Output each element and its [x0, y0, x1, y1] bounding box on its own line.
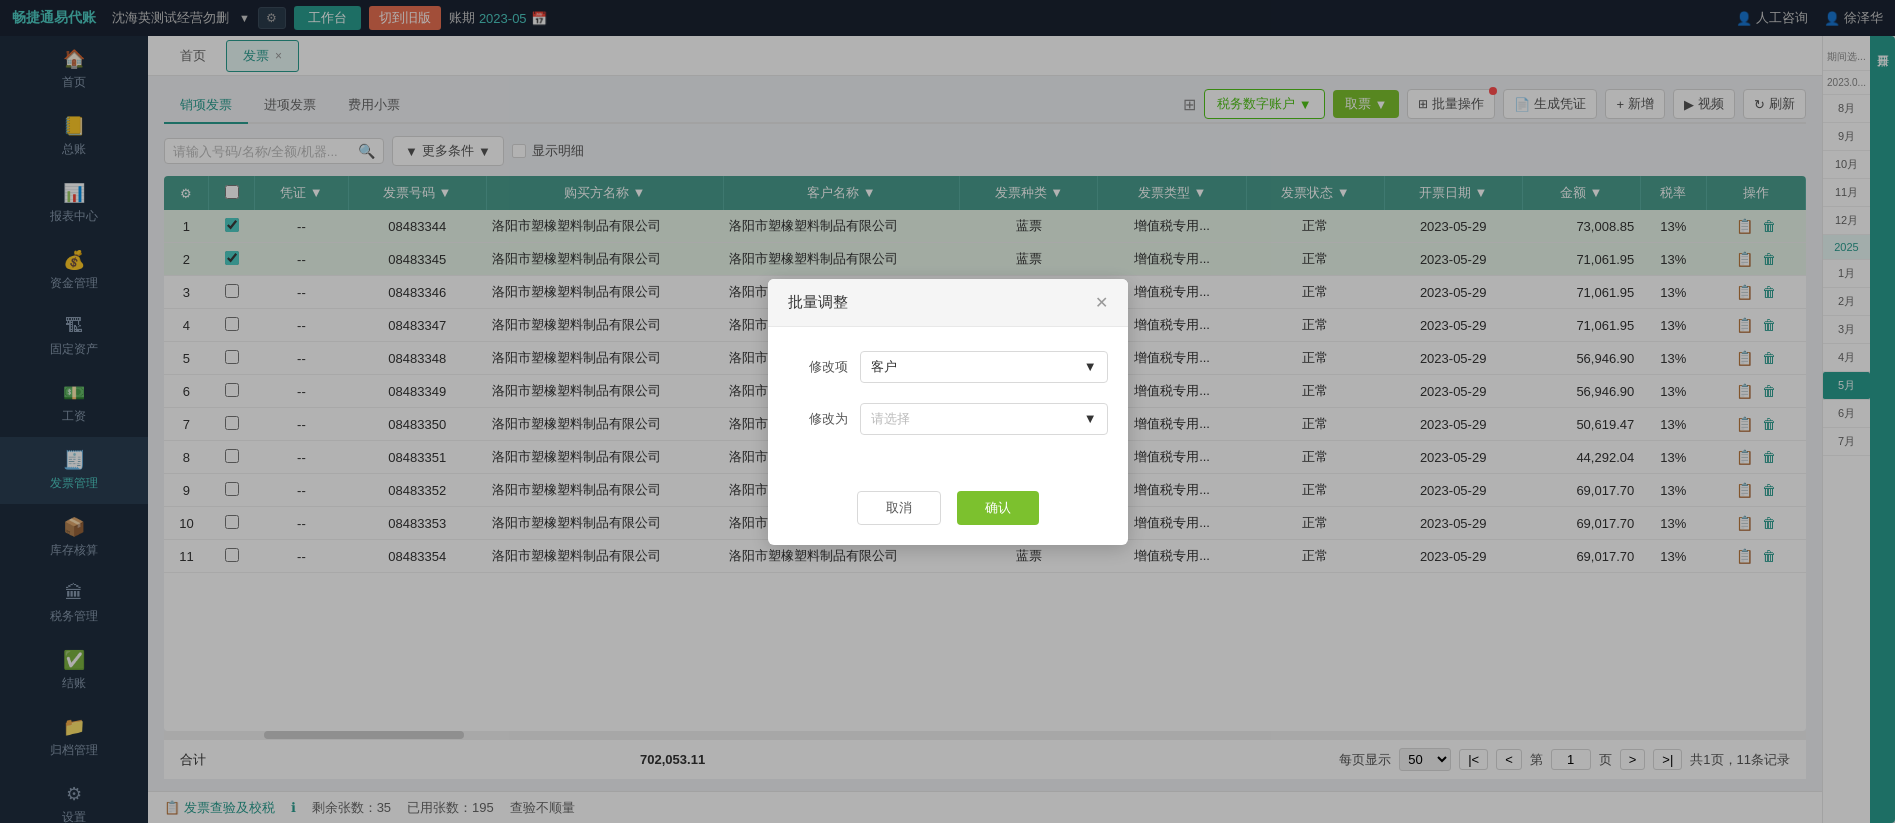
change-dropdown-icon: ▼ — [1084, 411, 1097, 426]
cancel-button[interactable]: 取消 — [857, 491, 941, 525]
batch-adjust-modal: 批量调整 ✕ 修改项 客户 ▼ 修改为 请选择 ▼ 取消 确认 — [768, 279, 1128, 545]
modal-footer: 取消 确认 — [768, 479, 1128, 545]
modal-close-icon[interactable]: ✕ — [1095, 293, 1108, 312]
field-row: 修改项 客户 ▼ — [788, 351, 1108, 383]
field-dropdown-icon: ▼ — [1084, 359, 1097, 374]
change-label: 修改为 — [788, 410, 848, 428]
modal-body: 修改项 客户 ▼ 修改为 请选择 ▼ — [768, 327, 1128, 479]
change-select[interactable]: 请选择 ▼ — [860, 403, 1108, 435]
modal-title: 批量调整 — [788, 293, 848, 312]
modal-overlay: 批量调整 ✕ 修改项 客户 ▼ 修改为 请选择 ▼ 取消 确认 — [0, 0, 1895, 823]
modal-header: 批量调整 ✕ — [768, 279, 1128, 327]
change-placeholder: 请选择 — [871, 410, 910, 428]
field-label: 修改项 — [788, 358, 848, 376]
field-select[interactable]: 客户 ▼ — [860, 351, 1108, 383]
change-to-row: 修改为 请选择 ▼ — [788, 403, 1108, 435]
confirm-button[interactable]: 确认 — [957, 491, 1039, 525]
